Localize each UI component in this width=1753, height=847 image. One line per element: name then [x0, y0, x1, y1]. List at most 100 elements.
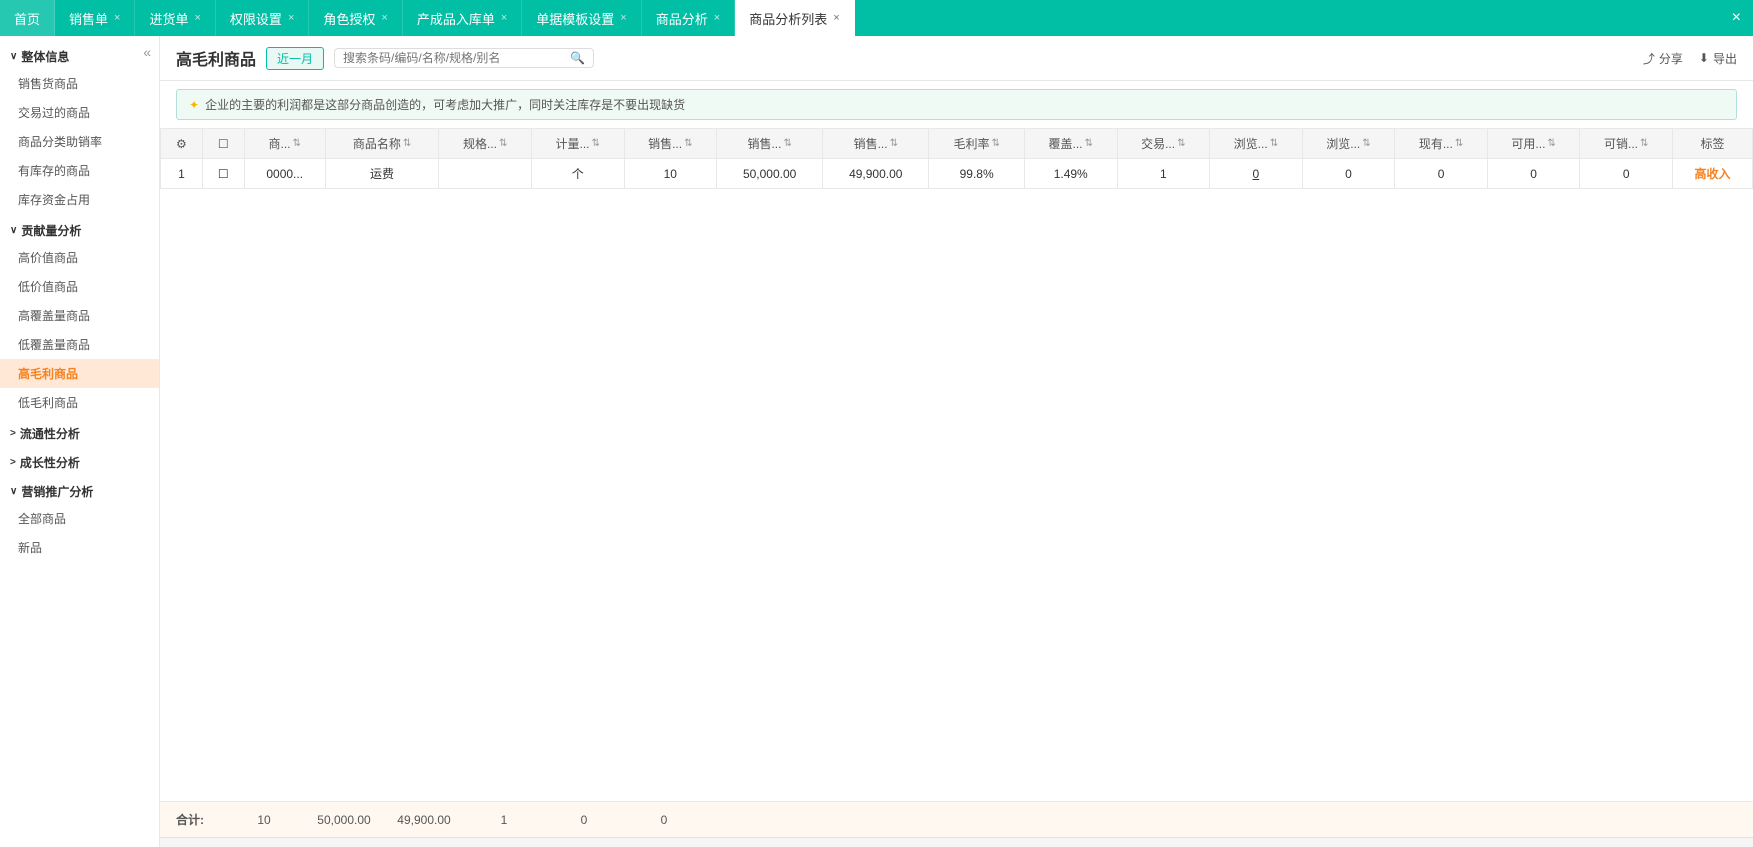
col-header-16[interactable]: 可销...⇅ — [1580, 129, 1673, 159]
col-header-13[interactable]: 浏览...⇅ — [1302, 129, 1395, 159]
sidebar-item-0-1[interactable]: 交易过的商品 — [0, 98, 159, 127]
cell-0-9: 99.8% — [929, 159, 1025, 189]
nav-item-3[interactable]: 权限设置× — [216, 0, 309, 36]
sidebar-item-1-1[interactable]: 低价值商品 — [0, 272, 159, 301]
col-header-4[interactable]: 规格...⇅ — [439, 129, 532, 159]
export-icon: ⬇ — [1699, 51, 1709, 65]
cell-0-16: 0 — [1580, 159, 1673, 189]
cell-0-12[interactable]: 0 — [1210, 159, 1303, 189]
footer-current-stock: 0 — [544, 813, 624, 827]
nav-close-icon-3[interactable]: × — [288, 12, 294, 24]
col-header-10[interactable]: 覆盖...⇅ — [1024, 129, 1117, 159]
sidebar-section-1[interactable]: ∨贡献量分析 — [0, 214, 159, 243]
col-header-9[interactable]: 毛利率⇅ — [929, 129, 1025, 159]
browse-link-0[interactable]: 0 — [1253, 167, 1260, 181]
cell-0-8: 49,900.00 — [823, 159, 929, 189]
col-header-6[interactable]: 销售...⇅ — [624, 129, 717, 159]
sort-icon-3[interactable]: ⇅ — [403, 138, 411, 149]
search-box: 🔍 — [334, 48, 594, 68]
window-close-button[interactable]: × — [1720, 9, 1753, 27]
nav-item-1[interactable]: 销售单× — [55, 0, 135, 36]
sort-icon-6[interactable]: ⇅ — [684, 138, 692, 149]
sidebar-item-1-5[interactable]: 低毛利商品 — [0, 388, 159, 417]
nav-close-icon-4[interactable]: × — [381, 12, 387, 24]
sort-icon-15[interactable]: ⇅ — [1547, 138, 1555, 149]
sidebar-arrow-2: > — [10, 428, 16, 439]
col-label-8: 销售... — [854, 135, 888, 152]
col-header-12[interactable]: 浏览...⇅ — [1210, 129, 1303, 159]
search-input[interactable] — [343, 51, 566, 65]
cell-0-10: 1.49% — [1024, 159, 1117, 189]
search-icon[interactable]: 🔍 — [570, 51, 585, 65]
col-header-15[interactable]: 可用...⇅ — [1487, 129, 1580, 159]
data-table: ⚙☐商...⇅商品名称⇅规格...⇅计量...⇅销售...⇅销售...⇅销售..… — [160, 128, 1753, 189]
data-table-container[interactable]: ⚙☐商...⇅商品名称⇅规格...⇅计量...⇅销售...⇅销售...⇅销售..… — [160, 128, 1753, 801]
sidebar-section-3[interactable]: >成长性分析 — [0, 446, 159, 475]
sidebar-item-1-2[interactable]: 高覆盖量商品 — [0, 301, 159, 330]
sort-icon-8[interactable]: ⇅ — [890, 138, 898, 149]
footer-label: 合计: — [176, 811, 204, 828]
col-header-14[interactable]: 现有...⇅ — [1395, 129, 1488, 159]
sidebar-section-2[interactable]: >流通性分析 — [0, 417, 159, 446]
nav-item-4[interactable]: 角色授权× — [309, 0, 402, 36]
cell-0-2: 0000... — [244, 159, 325, 189]
nav-item-2[interactable]: 进货单× — [135, 0, 215, 36]
header-actions: ⤴ 分享 ⬇ 导出 — [1643, 50, 1737, 67]
nav-close-icon-5[interactable]: × — [501, 12, 507, 24]
bottom-scrollbar[interactable] — [160, 837, 1753, 847]
cell-0-3: 运费 — [325, 159, 439, 189]
nav-close-icon-6[interactable]: × — [620, 12, 626, 24]
sort-icon-12[interactable]: ⇅ — [1270, 138, 1278, 149]
col-header-5[interactable]: 计量...⇅ — [531, 129, 624, 159]
sidebar-item-0-2[interactable]: 商品分类助销率 — [0, 127, 159, 156]
col-header-7[interactable]: 销售...⇅ — [717, 129, 823, 159]
sidebar-collapse-button[interactable]: « — [143, 44, 151, 60]
sort-icon-14[interactable]: ⇅ — [1455, 138, 1463, 149]
col-label-7: 销售... — [747, 135, 781, 152]
cell-0-14: 0 — [1395, 159, 1488, 189]
period-button[interactable]: 近一月 — [266, 47, 324, 70]
nav-item-0[interactable]: 首页 — [0, 0, 55, 36]
main-layout: « ∨整体信息销售货商品交易过的商品商品分类助销率有库存的商品库存资金占用∨贡献… — [0, 36, 1753, 847]
info-icon: ✦ — [189, 98, 199, 112]
sort-icon-5[interactable]: ⇅ — [592, 138, 600, 149]
nav-item-7[interactable]: 商品分析× — [642, 0, 735, 36]
sort-icon-9[interactable]: ⇅ — [991, 138, 999, 149]
col-header-11[interactable]: 交易...⇅ — [1117, 129, 1210, 159]
sidebar-item-4-1[interactable]: 新品 — [0, 533, 159, 562]
footer-sales-amount: 50,000.00 — [304, 813, 384, 827]
share-icon: ⤴ — [1643, 50, 1655, 67]
col-label-14: 现有... — [1419, 135, 1453, 152]
nav-item-8[interactable]: 商品分析列表× — [735, 0, 854, 36]
sidebar-arrow-1: ∨ — [10, 225, 17, 236]
sort-icon-2[interactable]: ⇅ — [293, 138, 301, 149]
col-header-8[interactable]: 销售...⇅ — [823, 129, 929, 159]
sort-icon-13[interactable]: ⇅ — [1362, 138, 1370, 149]
sidebar-item-4-0[interactable]: 全部商品 — [0, 504, 159, 533]
nav-close-icon-8[interactable]: × — [833, 12, 839, 24]
sidebar-item-1-0[interactable]: 高价值商品 — [0, 243, 159, 272]
sort-icon-10[interactable]: ⇅ — [1085, 138, 1093, 149]
sidebar-section-0[interactable]: ∨整体信息 — [0, 40, 159, 69]
sort-icon-7[interactable]: ⇅ — [783, 138, 791, 149]
sort-icon-11[interactable]: ⇅ — [1177, 138, 1185, 149]
nav-item-6[interactable]: 单据模板设置× — [522, 0, 641, 36]
share-button[interactable]: ⤴ 分享 — [1643, 50, 1683, 67]
sidebar-item-0-0[interactable]: 销售货商品 — [0, 69, 159, 98]
sidebar-item-1-3[interactable]: 低覆盖量商品 — [0, 330, 159, 359]
sidebar-item-0-3[interactable]: 有库存的商品 — [0, 156, 159, 185]
nav-item-5[interactable]: 产成品入库单× — [403, 0, 522, 36]
sidebar-section-4[interactable]: ∨营销推广分析 — [0, 475, 159, 504]
sidebar-item-0-4[interactable]: 库存资金占用 — [0, 185, 159, 214]
col-header-2[interactable]: 商...⇅ — [244, 129, 325, 159]
export-button[interactable]: ⬇ 导出 — [1699, 50, 1737, 67]
content-header: 高毛利商品 近一月 🔍 ⤴ 分享 ⬇ 导出 — [160, 36, 1753, 81]
col-header-3[interactable]: 商品名称⇅ — [325, 129, 439, 159]
nav-close-icon-7[interactable]: × — [714, 12, 720, 24]
nav-close-icon-2[interactable]: × — [194, 12, 200, 24]
sort-icon-16[interactable]: ⇅ — [1640, 138, 1648, 149]
sort-icon-4[interactable]: ⇅ — [499, 138, 507, 149]
sidebar-item-1-4[interactable]: 高毛利商品 — [0, 359, 159, 388]
sidebar-arrow-4: ∨ — [10, 486, 17, 497]
nav-close-icon-1[interactable]: × — [114, 12, 120, 24]
